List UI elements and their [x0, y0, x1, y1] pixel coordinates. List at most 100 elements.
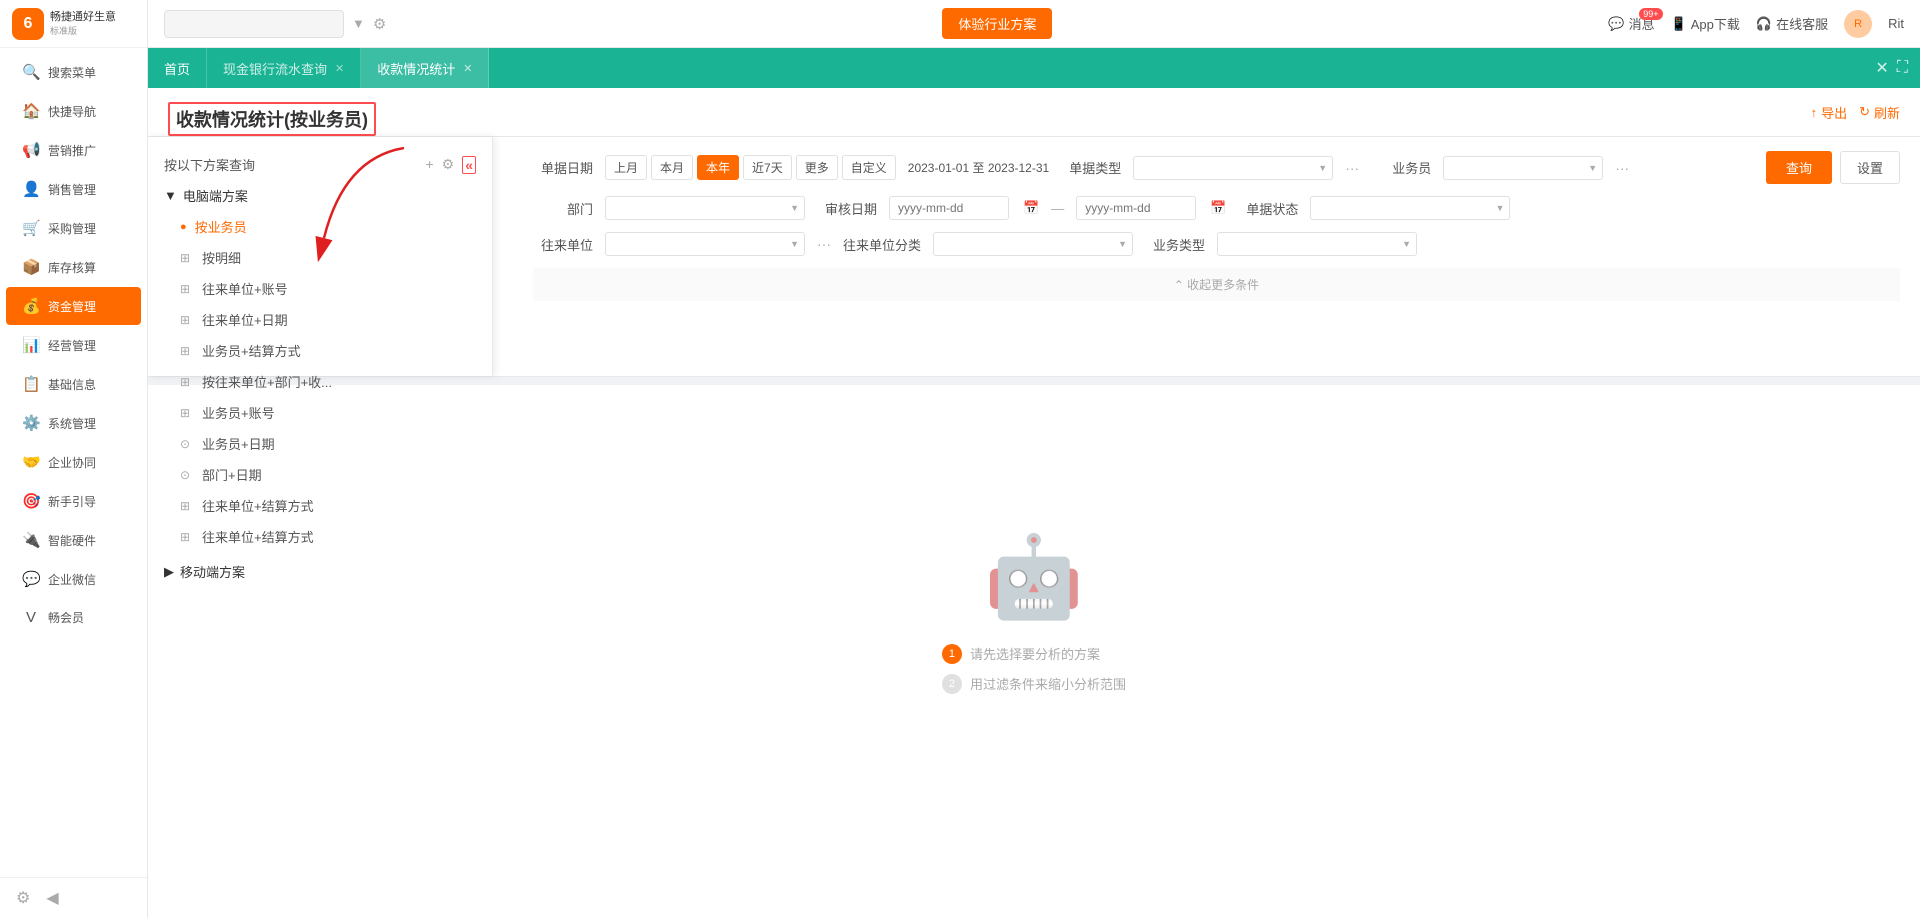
- filter-action-buttons: 查询 设置: [1766, 151, 1900, 184]
- online-service-button[interactable]: 🎧 在线客服: [1756, 14, 1828, 33]
- date-btn-this-month[interactable]: 本月: [651, 155, 693, 180]
- desktop-scheme-header[interactable]: ▼ 电脑端方案: [148, 180, 492, 211]
- tab-bank-close-icon[interactable]: ✕: [335, 62, 344, 75]
- tab-home[interactable]: 首页: [148, 48, 207, 88]
- topbar-left: ▼ ⚙: [164, 10, 386, 38]
- collapse-bar[interactable]: ⌃ 收起更多条件: [533, 268, 1900, 301]
- sidebar-item-purchase[interactable]: 🛒 采购管理: [6, 209, 141, 247]
- review-date-to-calendar-icon[interactable]: 📅: [1210, 200, 1226, 216]
- query-button[interactable]: 查询: [1766, 151, 1832, 184]
- date-btn-last-month[interactable]: 上月: [605, 155, 647, 180]
- sidebar-item-inventory[interactable]: 📦 库存核算: [6, 248, 141, 286]
- date-btn-more[interactable]: 更多: [796, 155, 838, 180]
- scheme-collapse-icon[interactable]: «: [462, 156, 476, 174]
- date-btn-7days[interactable]: 近7天: [743, 155, 792, 180]
- review-date-from-calendar-icon[interactable]: 📅: [1023, 200, 1039, 216]
- tab-receipt-close-icon[interactable]: ✕: [463, 62, 472, 75]
- settings-icon[interactable]: ⚙: [16, 888, 30, 908]
- download-label: App下载: [1691, 14, 1740, 33]
- doc-status-select-wrapper: [1310, 196, 1510, 220]
- dept-select[interactable]: [605, 196, 805, 220]
- sidebar-item-marketing[interactable]: 📢 营销推广: [6, 131, 141, 169]
- scheme-unit-settle2-icon: ⊞: [180, 530, 194, 544]
- logo-badge: 标准版: [50, 24, 116, 37]
- tab-bank[interactable]: 现金银行流水查询 ✕: [207, 48, 361, 88]
- nav-label-operation: 经营管理: [48, 337, 96, 354]
- setting-button[interactable]: 设置: [1840, 151, 1900, 184]
- scheme-item-dept-date[interactable]: ⊙ 部门+日期: [148, 459, 492, 490]
- sidebar-item-operation[interactable]: 📊 经营管理: [6, 326, 141, 364]
- refresh-button[interactable]: ↻ 刷新: [1859, 103, 1900, 122]
- doc-status-select[interactable]: [1310, 196, 1510, 220]
- nav-icon-sales: 👤: [22, 180, 40, 198]
- scheme-unit-settle1-label: 往来单位+结算方式: [202, 496, 314, 515]
- date-btn-this-year[interactable]: 本年: [697, 155, 739, 180]
- scheme-item-sale-date[interactable]: ⊙ 业务员+日期: [148, 428, 492, 459]
- date-separator: —: [1051, 201, 1064, 216]
- sidebar-item-sales[interactable]: 👤 销售管理: [6, 170, 141, 208]
- scheme-sale-settle-icon: ⊞: [180, 344, 194, 358]
- sidebar-item-guide[interactable]: 🎯 新手引导: [6, 482, 141, 520]
- scheme-item-detail[interactable]: ⊞ 按明细: [148, 242, 492, 273]
- sidebar-item-wechat[interactable]: 💬 企业微信: [6, 560, 141, 598]
- partner-select[interactable]: [605, 232, 805, 256]
- scheme-item-unit-dept[interactable]: ⊞ 按往来单位+部门+收...: [148, 366, 492, 397]
- mobile-scheme-triangle: ▶: [164, 564, 174, 580]
- scheme-settings-icon[interactable]: ⚙: [442, 156, 455, 174]
- partner-more-icon[interactable]: ···: [817, 236, 831, 252]
- review-date-from[interactable]: [889, 196, 1009, 220]
- doc-status-label: 单据状态: [1238, 199, 1298, 218]
- doc-type-more-icon[interactable]: ···: [1345, 160, 1359, 176]
- sidebar-item-capital[interactable]: 💰 资金管理: [6, 287, 141, 325]
- sidebar-item-quicknav[interactable]: 🏠 快捷导航: [6, 92, 141, 130]
- scheme-item-unit-settle2[interactable]: ⊞ 往来单位+结算方式: [148, 521, 492, 552]
- sidebar-item-member[interactable]: V 畅会员: [6, 599, 141, 636]
- tab-home-label: 首页: [164, 59, 190, 78]
- app-download-button[interactable]: 📱 App下载: [1671, 14, 1740, 33]
- tabbar: 首页 现金银行流水查询 ✕ 收款情况统计 ✕ ✕ ⛶: [148, 48, 1920, 88]
- service-label: 在线客服: [1776, 14, 1828, 33]
- scheme-detail-icon: ⊞: [180, 251, 194, 265]
- refresh-label: 刷新: [1874, 103, 1900, 122]
- tip-item-1: 1 请先选择要分析的方案: [942, 644, 1126, 664]
- export-button[interactable]: ↑ 导出: [1811, 103, 1848, 122]
- doc-type-select-wrapper: [1133, 156, 1333, 180]
- tab-fullscreen-icon[interactable]: ⛶: [1897, 59, 1908, 77]
- sidebar-item-search[interactable]: 🔍 搜索菜单: [6, 53, 141, 91]
- scheme-item-salesperson[interactable]: ● 按业务员: [148, 211, 492, 242]
- review-date-to[interactable]: [1076, 196, 1196, 220]
- scheme-item-label: 按业务员: [195, 217, 247, 236]
- user-avatar[interactable]: R: [1844, 10, 1872, 38]
- scheme-item-unit-account[interactable]: ⊞ 往来单位+账号: [148, 273, 492, 304]
- empty-tips: 1 请先选择要分析的方案 2 用过滤条件来缩小分析范围: [942, 644, 1126, 694]
- scheme-item-sale-account[interactable]: ⊞ 业务员+账号: [148, 397, 492, 428]
- scheme-item-unit-date[interactable]: ⊞ 往来单位+日期: [148, 304, 492, 335]
- topbar-chevron-icon[interactable]: ▼: [352, 16, 365, 31]
- page-title-box: 收款情况统计(按业务员): [168, 102, 376, 136]
- sidebar-item-system[interactable]: ⚙️ 系统管理: [6, 404, 141, 442]
- mobile-scheme-label: 移动端方案: [180, 562, 245, 581]
- tab-close-all-icon[interactable]: ✕: [1875, 58, 1888, 78]
- message-button[interactable]: 💬 消息 99+: [1608, 14, 1654, 33]
- sidebar-item-hardware[interactable]: 🔌 智能硬件: [6, 521, 141, 559]
- mobile-scheme-header[interactable]: ▶ 移动端方案: [148, 556, 492, 587]
- partner-category-select[interactable]: [933, 232, 1133, 256]
- doc-type-select[interactable]: [1133, 156, 1333, 180]
- dept-select-wrapper: [605, 196, 805, 220]
- collapse-sidebar-icon[interactable]: ◀‍‍: [46, 888, 58, 908]
- scheme-item-sale-settle[interactable]: ⊞ 业务员+结算方式: [148, 335, 492, 366]
- biz-type-select[interactable]: [1217, 232, 1417, 256]
- date-btn-custom[interactable]: 自定义: [842, 155, 896, 180]
- salesperson-select[interactable]: [1443, 156, 1603, 180]
- sidebar-item-enterprise[interactable]: 🤝 企业协同: [6, 443, 141, 481]
- topbar-settings-icon[interactable]: ⚙: [373, 15, 386, 33]
- nav-label-marketing: 营销推广: [48, 142, 96, 159]
- salesperson-more-icon[interactable]: ···: [1615, 160, 1629, 176]
- sidebar-footer: ⚙ ◀‍‍: [0, 877, 147, 918]
- nav-label-purchase: 采购管理: [48, 220, 96, 237]
- tab-receipt[interactable]: 收款情况统计 ✕: [361, 48, 489, 88]
- trial-button[interactable]: 体验行业方案: [942, 8, 1052, 39]
- sidebar-item-basic[interactable]: 📋 基础信息: [6, 365, 141, 403]
- add-scheme-icon[interactable]: +: [425, 156, 433, 174]
- scheme-item-unit-settle1[interactable]: ⊞ 往来单位+结算方式: [148, 490, 492, 521]
